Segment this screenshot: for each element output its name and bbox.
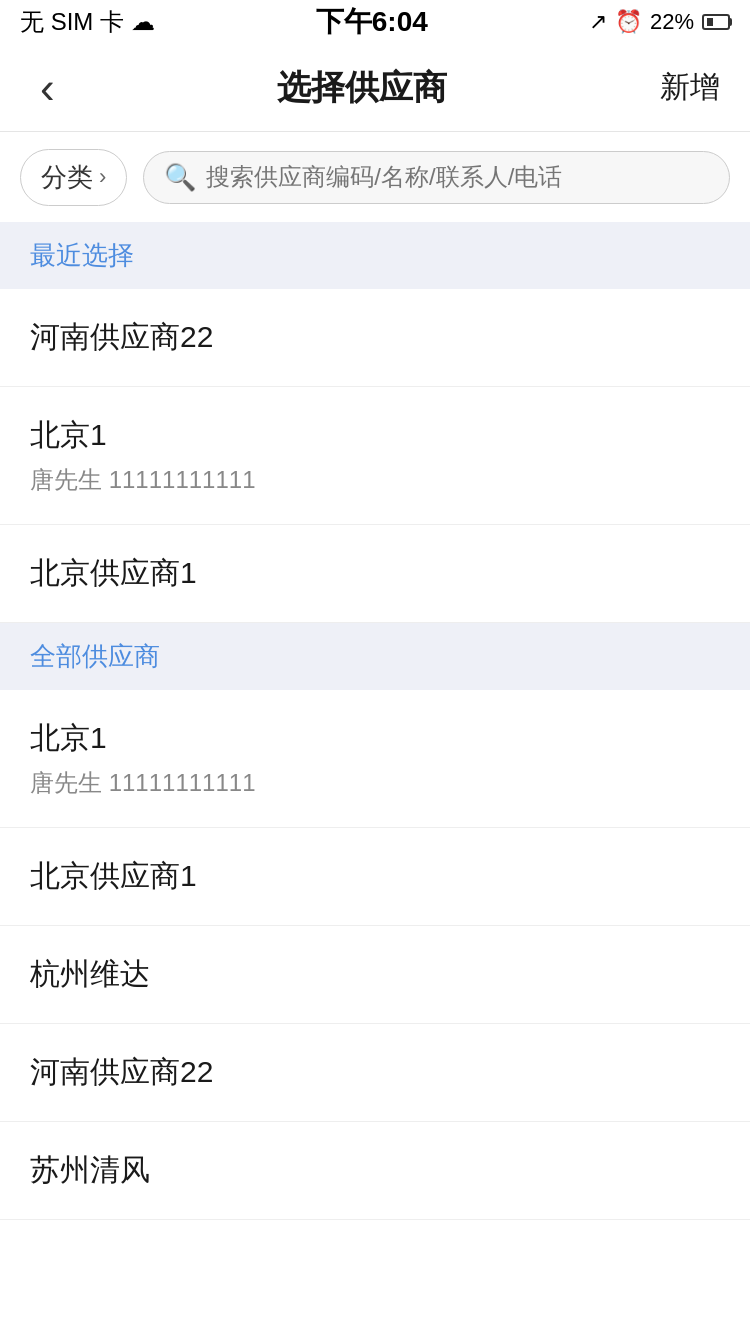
item-name: 河南供应商22 (30, 317, 720, 358)
status-left: 无 SIM 卡 ☁ (20, 6, 155, 38)
filter-bar: 分类 › 🔍 (0, 132, 750, 222)
chevron-right-icon: › (99, 164, 106, 190)
search-input[interactable] (206, 163, 709, 191)
search-icon: 🔍 (164, 162, 196, 193)
all-list-item[interactable]: 河南供应商22 (0, 1024, 750, 1122)
recent-list-item[interactable]: 北京供应商1 (0, 525, 750, 623)
item-name: 北京供应商1 (30, 856, 720, 897)
recent-list-item[interactable]: 北京1 唐先生 11111111111 (0, 387, 750, 525)
item-sub: 唐先生 11111111111 (30, 767, 720, 799)
sim-text: 无 SIM 卡 ☁ (20, 6, 155, 38)
recent-list-item[interactable]: 河南供应商22 (0, 289, 750, 387)
all-list-item[interactable]: 苏州清风 (0, 1122, 750, 1220)
status-right: ↗ ⏰ 22% (589, 9, 730, 35)
item-sub: 唐先生 11111111111 (30, 464, 720, 496)
recent-list: 河南供应商22 北京1 唐先生 11111111111 北京供应商1 (0, 289, 750, 623)
item-name: 河南供应商22 (30, 1052, 720, 1093)
category-label: 分类 (41, 160, 93, 195)
add-button[interactable]: 新增 (660, 67, 720, 108)
location-icon: ↗ (589, 9, 607, 35)
item-name: 北京1 (30, 718, 720, 759)
battery-icon (702, 14, 730, 30)
category-button[interactable]: 分类 › (20, 149, 127, 206)
status-bar: 无 SIM 卡 ☁ 下午6:04 ↗ ⏰ 22% (0, 0, 750, 44)
all-section-header: 全部供应商 (0, 623, 750, 690)
item-name: 北京供应商1 (30, 553, 720, 594)
all-list-item[interactable]: 杭州维达 (0, 926, 750, 1024)
all-list-item[interactable]: 北京1 唐先生 11111111111 (0, 690, 750, 828)
nav-bar: ‹ 选择供应商 新增 (0, 44, 750, 132)
item-name: 苏州清风 (30, 1150, 720, 1191)
recent-section-label: 最近选择 (30, 240, 134, 270)
all-list: 北京1 唐先生 11111111111 北京供应商1 杭州维达河南供应商22 苏州清风 (0, 690, 750, 1220)
status-time: 下午6:04 (316, 3, 428, 41)
alarm-icon: ⏰ (615, 9, 642, 35)
item-name: 杭州维达 (30, 954, 720, 995)
recent-section-header: 最近选择 (0, 222, 750, 289)
page-title: 选择供应商 (277, 65, 447, 111)
all-list-item[interactable]: 北京供应商1 (0, 828, 750, 926)
back-button[interactable]: ‹ (30, 53, 65, 123)
battery-text: 22% (650, 9, 694, 35)
item-name: 北京1 (30, 415, 720, 456)
all-section-label: 全部供应商 (30, 641, 160, 671)
search-box: 🔍 (143, 151, 730, 204)
